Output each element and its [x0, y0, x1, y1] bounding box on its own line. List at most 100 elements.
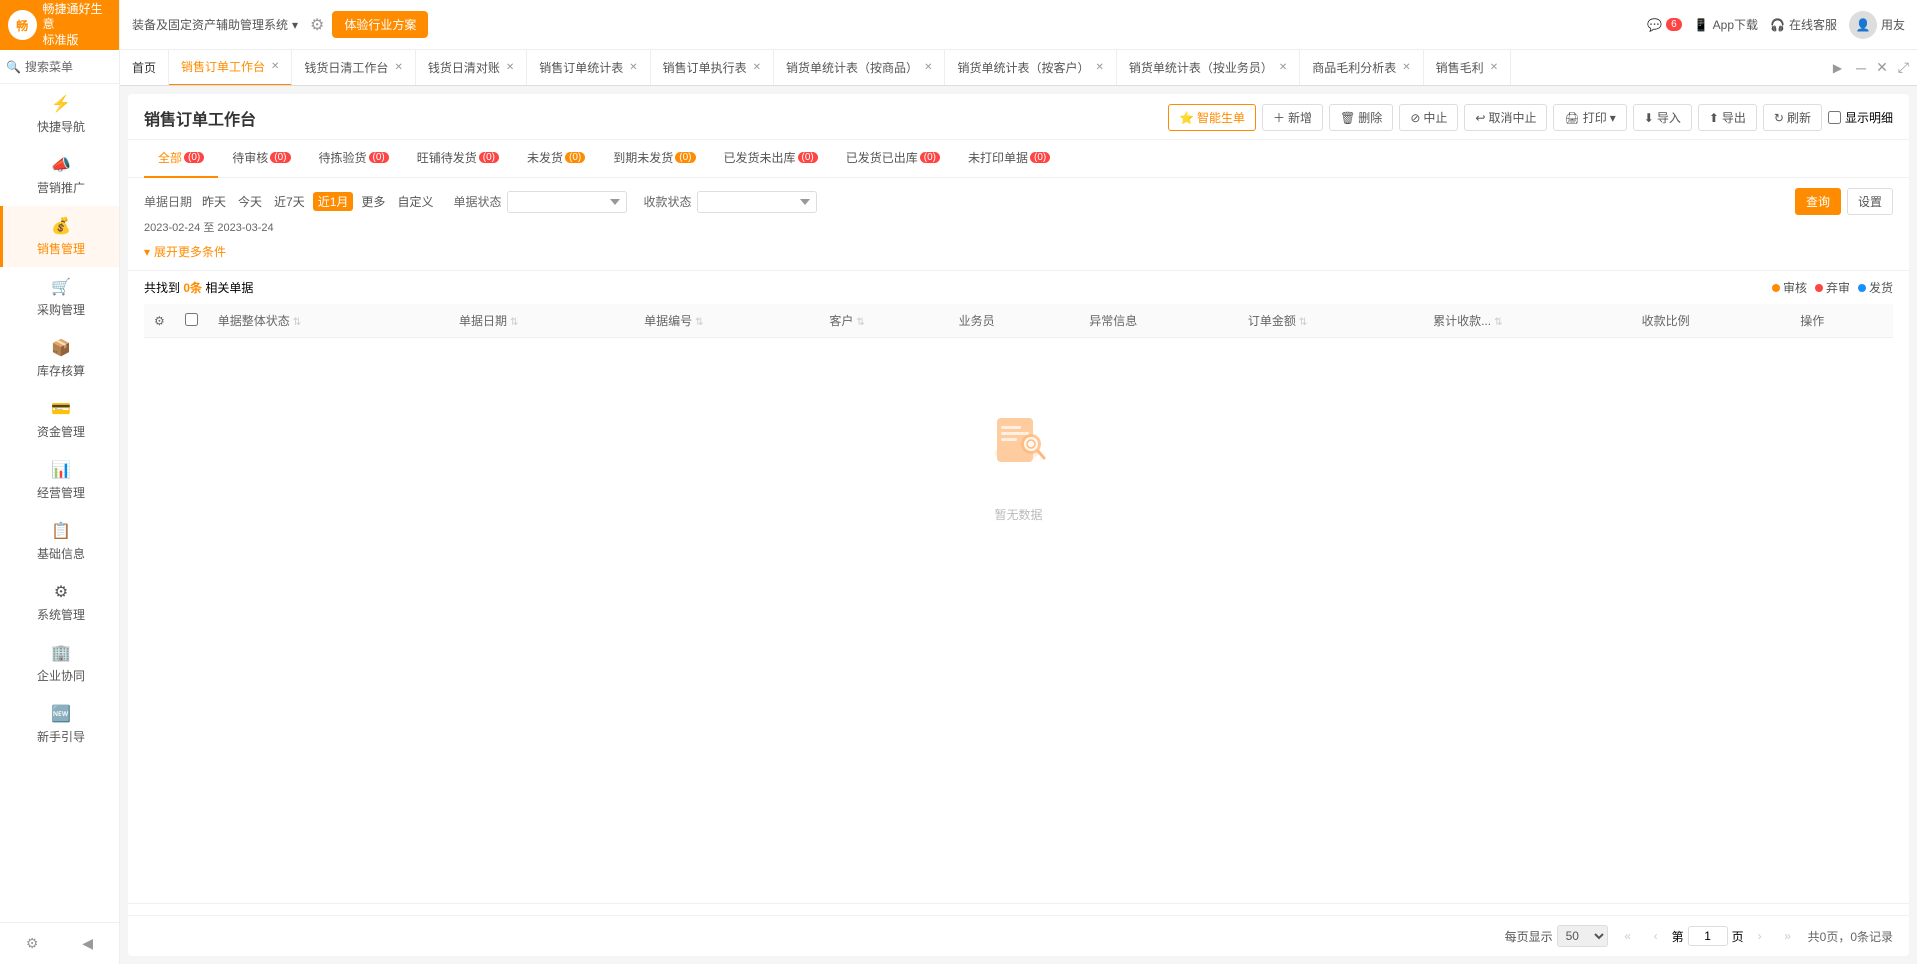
sidebar-item-quick-nav[interactable]: ⚡快捷导航 [0, 84, 119, 145]
th-order-amount[interactable]: 订单金额⇅ [1238, 304, 1423, 338]
sidebar-settings-btn[interactable]: ⚙ [22, 931, 43, 956]
th-cumulative-payment[interactable]: 累计收款...⇅ [1423, 304, 1632, 338]
filter-settings-btn[interactable]: 设置 [1847, 188, 1893, 215]
date-option-更多[interactable]: 更多 [357, 191, 389, 212]
sidebar-item-inventory[interactable]: 📦库存核算 [0, 328, 119, 389]
sort-icon-order-amount[interactable]: ⇅ [1299, 317, 1307, 328]
sidebar-item-basic-info[interactable]: 📋基础信息 [0, 511, 119, 572]
date-option-近1月[interactable]: 近1月 [313, 192, 354, 211]
tab-cash-reconcile[interactable]: 钱货日清对账✕ [416, 50, 527, 86]
tab-sales-summary-customer[interactable]: 销货单统计表（按客户）✕ [945, 50, 1116, 86]
cancel-review-action-btn[interactable]: 弃审 [1815, 279, 1850, 296]
expand-conditions-btn[interactable]: ▾ 展开更多条件 [144, 239, 1893, 264]
message-btn[interactable]: 💬 6 [1647, 18, 1682, 32]
industry-btn[interactable]: 体验行业方案 [332, 11, 428, 38]
subtab-all[interactable]: 全部(0) [144, 140, 218, 178]
settings-col-icon[interactable]: ⚙ [154, 314, 165, 328]
show-detail-checkbox[interactable] [1828, 111, 1841, 124]
sort-icon-customer[interactable]: ⇅ [856, 317, 864, 328]
tab-close-sales-summary-staff[interactable]: ✕ [1279, 62, 1287, 73]
sort-icon-doc-date[interactable]: ⇅ [510, 317, 518, 328]
topbar-gear-icon[interactable]: ⚙ [310, 15, 324, 35]
online-service-btn[interactable]: 🎧 在线客服 [1770, 16, 1837, 33]
last-page-btn[interactable]: » [1776, 924, 1800, 948]
close-all-btn[interactable]: ✕ [1872, 57, 1892, 78]
minimize-btn[interactable]: ─ [1852, 58, 1870, 78]
select-all-checkbox[interactable] [185, 313, 198, 326]
tab-sales-summary-product[interactable]: 销货单统计表（按商品）✕ [774, 50, 945, 86]
date-option-今天[interactable]: 今天 [234, 191, 266, 212]
tab-sales-summary-staff[interactable]: 销货单统计表（按业务员）✕ [1117, 50, 1300, 86]
add-btn[interactable]: ＋ 新增 [1262, 104, 1323, 131]
sidebar-item-sales[interactable]: 💰销售管理 [0, 206, 119, 267]
sidebar-item-purchase[interactable]: 🛒采购管理 [0, 267, 119, 328]
tab-product-margin[interactable]: 商品毛利分析表✕ [1300, 50, 1423, 86]
status-select[interactable] [507, 191, 627, 213]
subtab-shipped-out[interactable]: 已发货已出库(0) [832, 140, 954, 178]
tab-sales-profit[interactable]: 销售毛利✕ [1424, 50, 1511, 86]
tab-close-product-margin[interactable]: ✕ [1402, 62, 1410, 73]
tab-close-sales-profit[interactable]: ✕ [1490, 62, 1498, 73]
first-page-btn[interactable]: « [1616, 924, 1640, 948]
maximize-btn[interactable]: ⤢ [1894, 57, 1913, 78]
tab-close-sales-order-workbench[interactable]: ✕ [271, 61, 279, 72]
page-input[interactable] [1688, 926, 1728, 946]
sidebar-item-system[interactable]: ⚙系统管理 [0, 572, 119, 633]
subtab-pending-review[interactable]: 待审核(0) [218, 140, 304, 178]
subtab-shipped-not-out[interactable]: 已发货未出库(0) [710, 140, 832, 178]
sort-icon-cumulative-payment[interactable]: ⇅ [1494, 317, 1502, 328]
sidebar-item-finance[interactable]: 💳资金管理 [0, 389, 119, 450]
review-action-btn[interactable]: 审核 [1772, 279, 1807, 296]
tab-close-sales-summary-product[interactable]: ✕ [924, 62, 932, 73]
sidebar-item-operations[interactable]: 📊经营管理 [0, 450, 119, 511]
subtab-wangpu-pending[interactable]: 旺铺待发货(0) [403, 140, 513, 178]
sidebar-search[interactable]: 🔍 搜索菜单 [0, 50, 119, 84]
subtab-pending-inspect[interactable]: 待拣验货(0) [305, 140, 403, 178]
th-doc-date[interactable]: 单据日期⇅ [449, 304, 634, 338]
sidebar-item-marketing[interactable]: 📣营销推广 [0, 145, 119, 206]
ship-action-btn[interactable]: 发货 [1858, 279, 1893, 296]
tabbar-more-btn[interactable]: ▶ [1827, 61, 1848, 75]
next-page-btn[interactable]: › [1748, 924, 1772, 948]
tab-sales-stat[interactable]: 销售订单统计表✕ [527, 50, 650, 86]
smart-generate-btn[interactable]: ⭐ 智能生单 [1168, 104, 1256, 131]
sort-icon-doc-no[interactable]: ⇅ [695, 317, 703, 328]
subtab-not-shipped[interactable]: 未发货(0) [513, 140, 599, 178]
tab-close-sales-stat[interactable]: ✕ [629, 62, 637, 73]
tab-close-cash-daily[interactable]: ✕ [394, 62, 402, 73]
tab-close-cash-reconcile[interactable]: ✕ [506, 62, 514, 73]
query-btn[interactable]: 查询 [1795, 188, 1841, 215]
delete-btn[interactable]: 🗑 删除 [1329, 104, 1393, 131]
sidebar-collapse-btn[interactable]: ◀ [78, 931, 97, 956]
sidebar-item-guide[interactable]: 🆕新手引导 [0, 694, 119, 755]
user-menu-btn[interactable]: 👤 用友 [1849, 11, 1905, 39]
system-title[interactable]: 装备及固定资产辅助管理系统 ▾ [132, 16, 298, 33]
subtab-not-printed[interactable]: 未打印单据(0) [954, 140, 1064, 178]
tab-cash-daily[interactable]: 钱货日清工作台✕ [292, 50, 415, 86]
th-customer[interactable]: 客户⇅ [819, 304, 948, 338]
subtab-overdue-not-shipped[interactable]: 到期未发货(0) [599, 140, 709, 178]
tab-sales-exec[interactable]: 销售订单执行表✕ [651, 50, 774, 86]
th-checkbox[interactable] [175, 304, 208, 338]
tab-home[interactable]: 首页 [120, 50, 169, 86]
show-detail-label[interactable]: 显示明细 [1828, 109, 1893, 126]
cancel-stop-btn[interactable]: ↩ 取消中止 [1464, 104, 1547, 131]
th-doc-no[interactable]: 单据编号⇅ [634, 304, 819, 338]
th-doc-status[interactable]: 单据整体状态⇅ [208, 304, 449, 338]
import-btn[interactable]: ⬇ 导入 [1633, 104, 1692, 131]
date-option-自定义[interactable]: 自定义 [393, 191, 437, 212]
tab-close-sales-summary-customer[interactable]: ✕ [1095, 62, 1103, 73]
date-option-昨天[interactable]: 昨天 [198, 191, 230, 212]
sidebar-item-enterprise[interactable]: 🏢企业协同 [0, 633, 119, 694]
prev-page-btn[interactable]: ‹ [1644, 924, 1668, 948]
sort-icon-doc-status[interactable]: ⇅ [293, 317, 301, 328]
refresh-btn[interactable]: ↻ 刷新 [1763, 104, 1822, 131]
stop-btn[interactable]: ⊘ 中止 [1399, 104, 1458, 131]
tab-sales-order-workbench[interactable]: 销售订单工作台✕ [169, 50, 292, 86]
horizontal-scrollbar[interactable] [128, 903, 1909, 915]
payment-select[interactable] [697, 191, 817, 213]
export-btn[interactable]: ⬆ 导出 [1698, 104, 1757, 131]
date-option-近7天[interactable]: 近7天 [270, 191, 309, 212]
per-page-select[interactable]: 2050100 [1557, 925, 1608, 947]
app-download-btn[interactable]: 📱 App下载 [1694, 16, 1758, 33]
